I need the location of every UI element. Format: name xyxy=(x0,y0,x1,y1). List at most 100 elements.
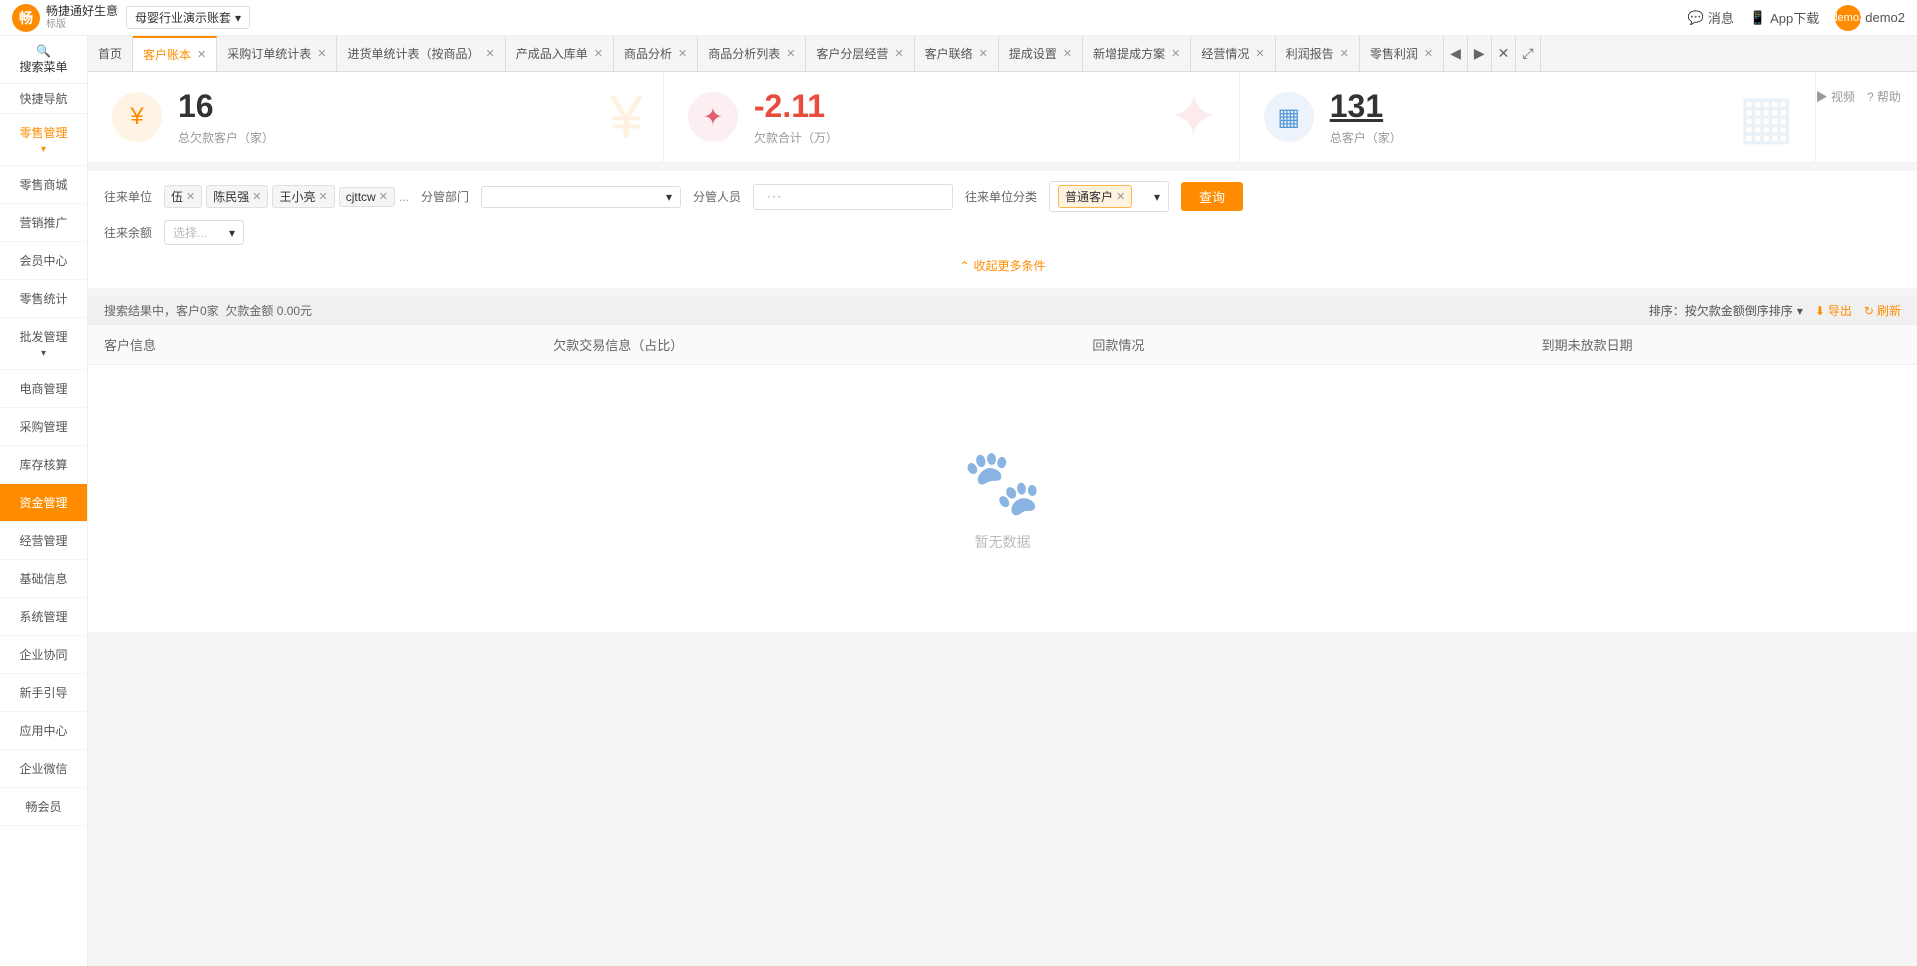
tab-operations[interactable]: 经营情况 ✕ xyxy=(1191,36,1275,71)
unit-type-select[interactable]: 普通客户 ✕ ▾ xyxy=(1049,181,1169,212)
tab-close-icon-12[interactable]: ✕ xyxy=(1340,47,1349,60)
sidebar-item-basic-info[interactable]: 基础信息 xyxy=(0,560,87,598)
sidebar-item-retail-stats[interactable]: 零售统计 xyxy=(0,280,87,318)
person-label: 分管人员 xyxy=(693,188,741,205)
export-btn[interactable]: ⬇ 导出 xyxy=(1815,302,1852,319)
filter-tag-0[interactable]: 伍 ✕ xyxy=(164,185,202,208)
tab-close-icon-9[interactable]: ✕ xyxy=(1063,47,1072,60)
sidebar-search[interactable]: 🔍 搜索菜单 xyxy=(0,36,87,84)
sidebar-item-newbie[interactable]: 新手引导 xyxy=(0,674,87,712)
tab-close-all[interactable]: ✕ xyxy=(1492,36,1517,71)
tab-customer-contact[interactable]: 客户联络 ✕ xyxy=(915,36,999,71)
stat-label-debt: 欠款合计（万） xyxy=(754,129,838,146)
content-area: 首页 客户账本 ✕ 采购订单统计表 ✕ 进货单统计表（按商品） ✕ 产成品入库单… xyxy=(88,36,1917,966)
dept-select[interactable]: ▾ xyxy=(481,186,681,208)
tab-close-icon-3[interactable]: ✕ xyxy=(486,47,495,60)
tag-close-2[interactable]: ✕ xyxy=(319,190,328,203)
filter-tag-3[interactable]: cjttcw ✕ xyxy=(339,187,395,207)
logo-icon: 畅 xyxy=(12,4,40,32)
sidebar-item-purchase[interactable]: 采购管理 xyxy=(0,408,87,446)
tab-retail-profit[interactable]: 零售利润 ✕ xyxy=(1360,36,1444,71)
tab-close-icon-10[interactable]: ✕ xyxy=(1171,47,1180,60)
tab-home[interactable]: 首页 xyxy=(88,36,133,71)
video-link[interactable]: ▶ 视频 xyxy=(1816,88,1855,105)
sidebar-item-retail-mall[interactable]: 零售商城 xyxy=(0,166,87,204)
sidebar-item-retail-mgmt[interactable]: 零售管理 ▾ xyxy=(0,114,87,166)
tab-close-icon-5[interactable]: ✕ xyxy=(678,47,687,60)
logo-text: 畅捷通好生意 标版 xyxy=(46,4,118,30)
sidebar-item-system[interactable]: 系统管理 xyxy=(0,598,87,636)
tab-expand[interactable]: ⤢ xyxy=(1516,36,1540,71)
person-select[interactable]: ··· xyxy=(753,184,953,210)
help-link[interactable]: ? 帮助 xyxy=(1867,88,1901,105)
page-content: ¥ 16 总欠款客户（家） ¥ ✦ -2.11 欠款合计（万） ✦ xyxy=(88,72,1917,966)
filter-tag-2[interactable]: 王小亮 ✕ xyxy=(272,185,334,208)
sidebar-item-inventory[interactable]: 库存核算 xyxy=(0,446,87,484)
tab-customer-ledger[interactable]: 客户账本 ✕ xyxy=(133,36,217,71)
tag-close-0[interactable]: ✕ xyxy=(186,190,195,203)
tab-close-icon-4[interactable]: ✕ xyxy=(594,47,603,60)
sort-select[interactable]: 排序：按欠款金额倒序排序 ▾ xyxy=(1649,302,1803,319)
tag-close-3[interactable]: ✕ xyxy=(379,190,388,203)
stat-icon-debt: ✦ xyxy=(688,92,738,142)
app-download-btn[interactable]: 📱 App下载 xyxy=(1750,8,1819,27)
message-btn[interactable]: 💬 消息 xyxy=(1688,8,1734,27)
sidebar-item-member-center[interactable]: 会员中心 xyxy=(0,242,87,280)
tab-close-icon-13[interactable]: ✕ xyxy=(1424,47,1433,60)
query-button[interactable]: 查询 xyxy=(1181,182,1243,211)
filter-bar: 往来单位 伍 ✕ 陈民强 ✕ 王小亮 ✕ xyxy=(88,171,1917,288)
chevron-up-icon: ⌃ xyxy=(959,259,969,273)
play-icon: ▶ xyxy=(1816,90,1831,104)
user-avatar: demo2 xyxy=(1835,5,1861,31)
sidebar-item-operations[interactable]: 经营管理 xyxy=(0,522,87,560)
help-links: ▶ 视频 ? 帮助 xyxy=(1816,72,1917,105)
filter-tag-1[interactable]: 陈民强 ✕ xyxy=(206,185,268,208)
sidebar-item-ecommerce[interactable]: 电商管理 xyxy=(0,370,87,408)
sidebar-item-marketing[interactable]: 营销推广 xyxy=(0,204,87,242)
tab-close-icon-8[interactable]: ✕ xyxy=(979,47,988,60)
tab-close-icon-7[interactable]: ✕ xyxy=(894,47,903,60)
results-right: 排序：按欠款金额倒序排序 ▾ ⬇ 导出 ↻ 刷新 xyxy=(1649,302,1901,319)
chevron-icon-2: ▾ xyxy=(41,348,46,359)
tab-scroll-right[interactable]: ▶ xyxy=(1468,36,1492,71)
table-header: 客户信息 欠款交易信息（占比） 回款情况 到期未放款日期 xyxy=(88,325,1917,365)
tab-new-commission[interactable]: 新增提成方案 ✕ xyxy=(1083,36,1191,71)
sidebar-item-wholesale[interactable]: 批发管理 ▾ xyxy=(0,318,87,370)
unit-type-close[interactable]: ✕ xyxy=(1116,190,1125,203)
empty-state: 🐾 暂无数据 xyxy=(88,365,1917,632)
tab-close-icon[interactable]: ✕ xyxy=(197,48,206,61)
tab-inbound-stats[interactable]: 进货单统计表（按商品） ✕ xyxy=(337,36,505,71)
filter-more-btn[interactable]: ... xyxy=(399,190,409,204)
unit-type-label: 往来单位分类 xyxy=(965,188,1037,205)
preset-select[interactable]: 母婴行业演示账套 ▾ xyxy=(126,6,250,29)
refresh-btn[interactable]: ↻ 刷新 xyxy=(1864,302,1901,319)
unit-type-tag[interactable]: 普通客户 ✕ xyxy=(1058,185,1132,208)
sidebar-item-collab[interactable]: 企业协同 xyxy=(0,636,87,674)
tag-close-1[interactable]: ✕ xyxy=(252,190,261,203)
stat-icon-money: ¥ xyxy=(112,92,162,142)
tab-close-icon-11[interactable]: ✕ xyxy=(1255,47,1264,60)
sidebar-item-wechat[interactable]: 企业微信 xyxy=(0,750,87,788)
tab-production[interactable]: 产成品入库单 ✕ xyxy=(506,36,614,71)
tab-purchase-stats[interactable]: 采购订单统计表 ✕ xyxy=(217,36,337,71)
sidebar: 🔍 搜索菜单 快捷导航 零售管理 ▾ 零售商城 营销推广 会员中心 零售统计 批… xyxy=(0,36,88,966)
tab-profit-report[interactable]: 利润报告 ✕ xyxy=(1276,36,1360,71)
tab-scroll-left[interactable]: ◀ xyxy=(1444,36,1468,71)
tab-product-analysis-list[interactable]: 商品分析列表 ✕ xyxy=(698,36,806,71)
tab-commission-settings[interactable]: 提成设置 ✕ xyxy=(999,36,1083,71)
sidebar-item-finance[interactable]: 资金管理 xyxy=(0,484,87,522)
main-layout: 🔍 搜索菜单 快捷导航 零售管理 ▾ 零售商城 营销推广 会员中心 零售统计 批… xyxy=(0,36,1917,966)
tab-product-analysis[interactable]: 商品分析 ✕ xyxy=(614,36,698,71)
tab-close-icon-2[interactable]: ✕ xyxy=(317,47,326,60)
balance-select[interactable]: 选择... ▾ xyxy=(164,220,244,245)
tab-customer-tier[interactable]: 客户分层经营 ✕ xyxy=(806,36,914,71)
sidebar-item-member[interactable]: 畅会员 xyxy=(0,788,87,826)
col-header-customer: 客户信息 xyxy=(104,335,553,354)
collapse-btn[interactable]: ⌃ 收起更多条件 xyxy=(104,253,1901,278)
tab-close-icon-6[interactable]: ✕ xyxy=(786,47,795,60)
dots-icon: ··· xyxy=(766,188,782,206)
stats-row: ¥ 16 总欠款客户（家） ¥ ✦ -2.11 欠款合计（万） ✦ xyxy=(88,72,1917,163)
sidebar-item-app-center[interactable]: 应用中心 xyxy=(0,712,87,750)
user-menu[interactable]: demo2 demo2 xyxy=(1835,5,1905,31)
sidebar-quick-nav[interactable]: 快捷导航 xyxy=(0,84,87,114)
